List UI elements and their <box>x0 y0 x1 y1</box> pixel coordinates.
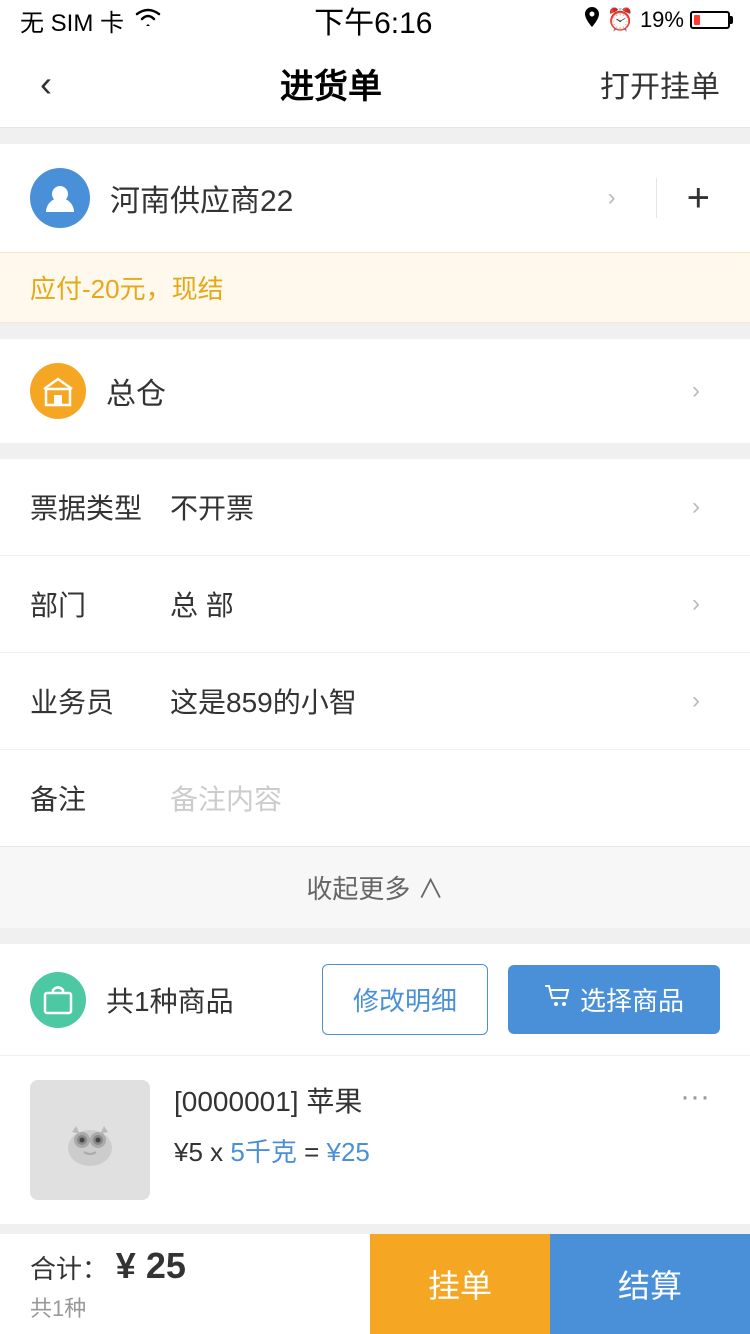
supplier-chevron: › <box>608 184 616 212</box>
battery-icon <box>690 11 730 29</box>
product-thumbnail <box>30 1080 150 1200</box>
invoice-value: 不开票 <box>170 487 692 527</box>
form-section: 票据类型 不开票 › 部门 总 部 › 业务员 这是859的小智 › 备注 备注… <box>0 459 750 928</box>
divider-1 <box>0 323 750 339</box>
price-total: ¥25 <box>327 1137 370 1167</box>
edit-detail-button[interactable]: 修改明细 <box>322 964 488 1035</box>
department-row[interactable]: 部门 总 部 › <box>0 555 750 652</box>
department-chevron: › <box>692 590 700 618</box>
product-info: [0000001] 苹果 ¥5 x 5千克 = ¥25 <box>174 1080 670 1169</box>
add-supplier-button[interactable]: + <box>677 176 720 221</box>
collapse-button[interactable]: 收起更多 ∧ <box>0 846 750 928</box>
invoice-row[interactable]: 票据类型 不开票 › <box>0 459 750 555</box>
divider-2 <box>0 443 750 459</box>
select-product-button[interactable]: 选择商品 <box>508 965 720 1034</box>
warehouse-name: 总仓 <box>106 369 692 413</box>
wifi-icon <box>132 6 164 35</box>
department-label: 部门 <box>30 584 170 624</box>
total-label: 合计： <box>30 1254 108 1284</box>
product-more-button[interactable]: ··· <box>670 1080 720 1114</box>
open-hang-button[interactable]: 打开挂单 <box>600 62 720 106</box>
owl-icon <box>60 1110 120 1170</box>
back-button[interactable]: ‹ <box>30 53 62 115</box>
supplier-row[interactable]: 河南供应商22 › + <box>0 144 750 252</box>
nav-bar: ‹ 进货单 打开挂单 <box>0 40 750 128</box>
remark-label: 备注 <box>30 778 170 818</box>
status-right: ⏰ 19% <box>583 6 730 34</box>
divider-3 <box>0 928 750 944</box>
remark-row[interactable]: 备注 备注内容 <box>0 749 750 846</box>
products-section: 共1种商品 修改明细 选择商品 <box>0 944 750 1224</box>
notice-banner: 应付-20元，现结 <box>0 252 750 323</box>
total-row: 合计： ¥ 25 <box>30 1245 340 1287</box>
invoice-label: 票据类型 <box>30 487 170 527</box>
collapse-label: 收起更多 ∧ <box>306 874 443 904</box>
carrier-label: 无 SIM 卡 <box>20 3 124 38</box>
invoice-chevron: › <box>692 493 700 521</box>
select-product-label: 选择商品 <box>580 981 684 1018</box>
battery-percent: 19% <box>640 7 684 33</box>
total-amount: ¥ 25 <box>116 1245 186 1286</box>
status-left: 无 SIM 卡 <box>20 3 164 38</box>
supplier-avatar <box>30 168 90 228</box>
warehouse-icon <box>30 363 86 419</box>
alarm-icon: ⏰ <box>607 7 634 33</box>
warehouse-section: 总仓 › <box>0 339 750 443</box>
supplier-section: 河南供应商22 › + 应付-20元，现结 <box>0 144 750 323</box>
hang-button[interactable]: 挂单 <box>370 1234 550 1334</box>
supplier-name: 河南供应商22 <box>110 176 608 220</box>
salesman-chevron: › <box>692 687 700 715</box>
warehouse-chevron: › <box>692 377 700 405</box>
settle-button[interactable]: 结算 <box>550 1234 750 1334</box>
product-price-row: ¥5 x 5千克 = ¥25 <box>174 1132 670 1169</box>
product-name: [0000001] 苹果 <box>174 1080 670 1120</box>
salesman-value: 这是859的小智 <box>170 681 692 721</box>
product-code: [0000001] 苹果 <box>174 1086 362 1117</box>
status-bar: 无 SIM 卡 下午6:16 ⏰ 19% <box>0 0 750 40</box>
salesman-row[interactable]: 业务员 这是859的小智 › <box>0 652 750 749</box>
product-section-icon <box>30 972 86 1028</box>
product-count-label: 共1种商品 <box>106 980 322 1020</box>
top-divider <box>0 128 750 144</box>
salesman-label: 业务员 <box>30 681 170 721</box>
remark-placeholder[interactable]: 备注内容 <box>170 778 720 818</box>
location-icon <box>583 6 601 34</box>
page-title: 进货单 <box>280 59 382 108</box>
total-count: 共1种 <box>30 1291 340 1323</box>
price-unit: ¥5 x <box>174 1137 230 1167</box>
price-quantity: 5千克 <box>230 1137 296 1167</box>
department-value: 总 部 <box>170 584 692 624</box>
warehouse-row[interactable]: 总仓 › <box>0 339 750 443</box>
total-section: 合计： ¥ 25 共1种 <box>0 1245 370 1323</box>
product-header: 共1种商品 修改明细 选择商品 <box>0 944 750 1055</box>
bottom-bar: 合计： ¥ 25 共1种 挂单 结算 <box>0 1234 750 1334</box>
status-time: 下午6:16 <box>314 0 432 42</box>
product-item: [0000001] 苹果 ¥5 x 5千克 = ¥25 ··· <box>0 1055 750 1224</box>
price-equals: = <box>304 1137 326 1167</box>
notice-text: 应付-20元，现结 <box>30 274 224 304</box>
supplier-divider <box>656 178 657 218</box>
cart-icon <box>544 984 572 1015</box>
